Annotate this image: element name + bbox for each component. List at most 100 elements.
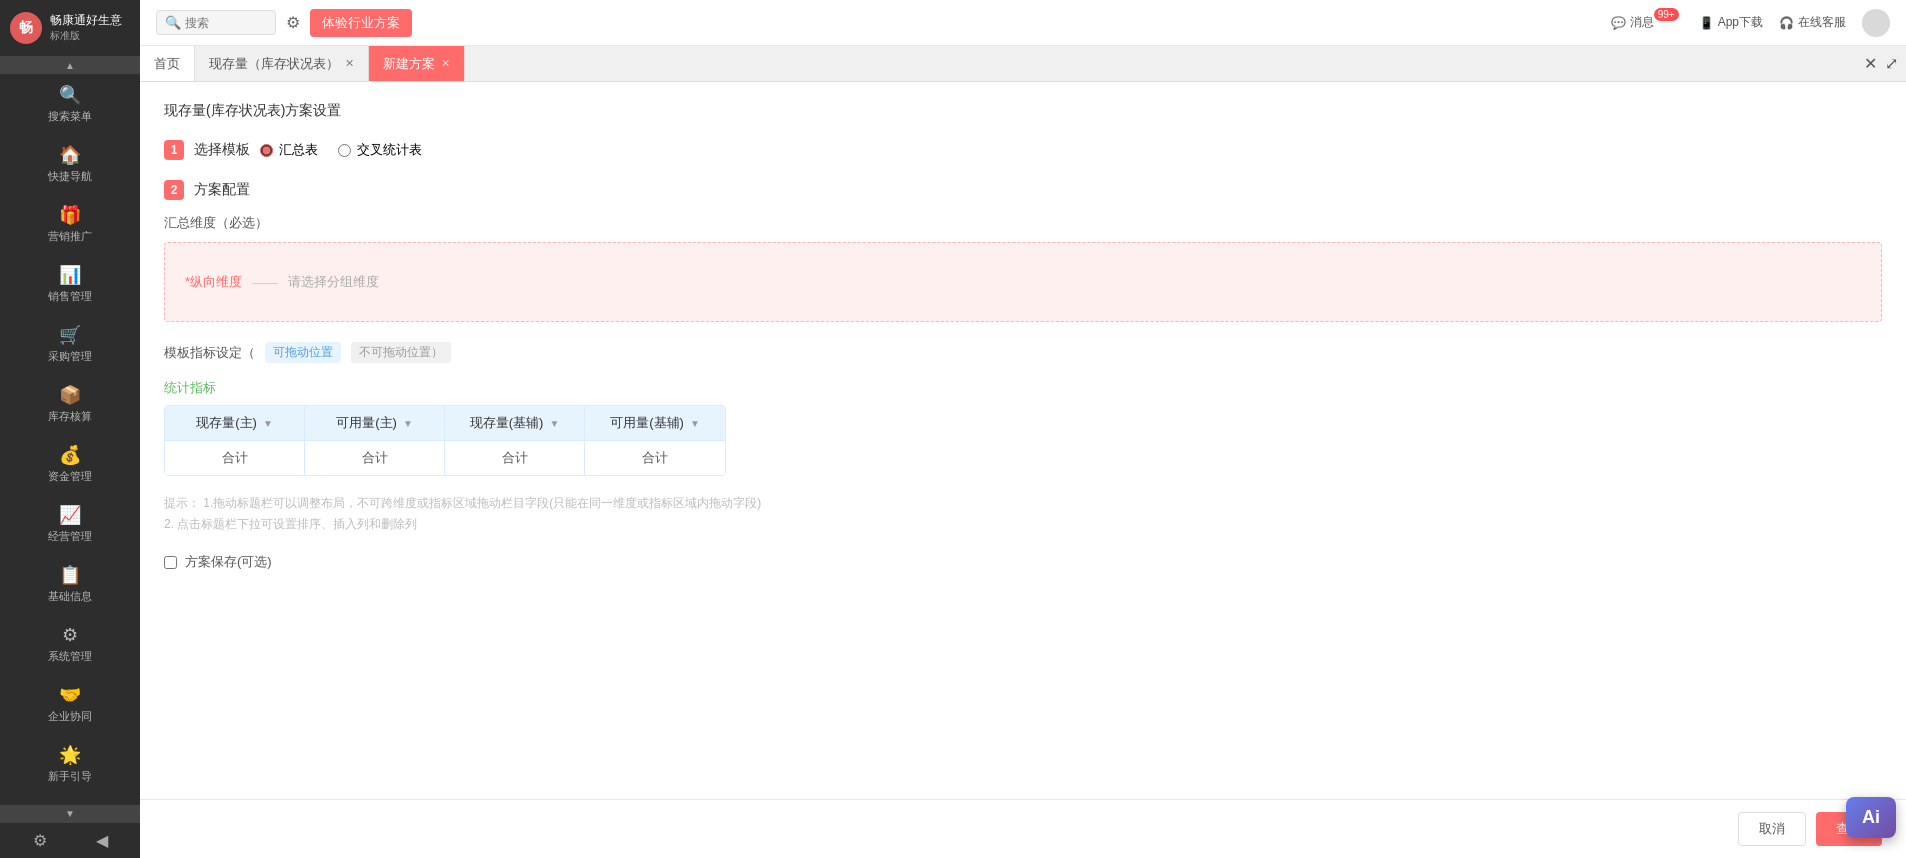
tip-item-0: 提示： 1.拖动标题栏可以调整布局，不可跨维度或指标区域拖动栏目字段(只能在同一…: [164, 495, 1882, 512]
logo-text: 畅康通好生意 标准版: [50, 13, 122, 43]
tab-home[interactable]: 首页: [140, 46, 195, 81]
settings-footer-btn[interactable]: ⚙: [33, 831, 47, 850]
header: 🔍 ⚙ 体验行业方案 💬 消息 99+ 📱 App下载 🎧 在线客服: [140, 0, 1906, 46]
money-icon: 💰: [59, 444, 81, 466]
ai-float-button[interactable]: Ai: [1846, 797, 1896, 838]
indicator-settings: 模板指标设定（ 可拖动位置 不可拖动位置）: [164, 342, 1882, 363]
sidebar-item-label: 库存核算: [48, 409, 92, 424]
tip-item-1: 2. 点击标题栏下拉可设置排序、插入列和删除列: [164, 516, 1882, 533]
sidebar-item-operations[interactable]: 📈 经营管理: [0, 494, 140, 554]
chevron-down-icon-0: ▼: [263, 418, 273, 429]
stats-col-header-2[interactable]: 现存量(基辅) ▼: [445, 406, 584, 440]
sidebar-item-enterprise[interactable]: 🤝 企业协同: [0, 674, 140, 734]
sidebar-footer: ⚙ ◀: [0, 822, 140, 858]
search-input[interactable]: [185, 16, 265, 30]
radio-summary[interactable]: 汇总表: [260, 141, 318, 159]
col-1-label: 可用量(主): [336, 414, 397, 432]
collapse-footer-btn[interactable]: ◀: [96, 831, 108, 850]
sidebar-item-newcomer[interactable]: 🌟 新手引导: [0, 734, 140, 794]
sidebar-item-marketing[interactable]: 🎁 营销推广: [0, 194, 140, 254]
chevron-down-icon-3: ▼: [690, 418, 700, 429]
panel-close-btn[interactable]: ✕: [1864, 54, 1877, 73]
radio-cross-input[interactable]: [338, 144, 351, 157]
step2-section: 2 方案配置 汇总维度（必选） *纵向维度 —— 请选择分组维度 模板指标设定（…: [164, 180, 1882, 571]
sidebar-item-sales[interactable]: 📊 销售管理: [0, 254, 140, 314]
download-icon: 📱: [1699, 16, 1714, 30]
step1-header: 1 选择模板 汇总表 交叉统计表: [164, 140, 1882, 160]
footer: 取消 查询: [140, 799, 1906, 858]
sidebar-nav: 🔍 搜索菜单 🏠 快捷导航 🎁 营销推广 📊 销售管理 🛒 采购管理 📦 库存核…: [0, 74, 140, 805]
radio-cross[interactable]: 交叉统计表: [338, 141, 422, 159]
not-draggable-tag: 不可拖动位置）: [351, 342, 451, 363]
header-gear-icon[interactable]: ⚙: [286, 13, 300, 32]
message-badge: 99+: [1654, 8, 1679, 21]
tab-home-label: 首页: [154, 55, 180, 73]
step2-header: 2 方案配置: [164, 180, 1882, 200]
app-download-action[interactable]: 📱 App下载: [1699, 14, 1763, 31]
star-icon: 🌟: [59, 744, 81, 766]
step2-title: 方案配置: [194, 181, 250, 199]
stats-col-1: 可用量(主) ▼: [305, 406, 445, 440]
sidebar-scroll-up[interactable]: ▲: [0, 57, 140, 74]
gift-icon: 🎁: [59, 204, 81, 226]
cart-icon: 🛒: [59, 324, 81, 346]
tab-inventory-label: 现存量（库存状况表）: [209, 55, 339, 73]
search-box[interactable]: 🔍: [156, 10, 276, 35]
stats-body-col-1: 合计: [305, 440, 445, 475]
sidebar-item-finance[interactable]: 💰 资金管理: [0, 434, 140, 494]
sidebar-item-shortcut[interactable]: 🏠 快捷导航: [0, 134, 140, 194]
save-option: 方案保存(可选): [164, 553, 1882, 571]
operations-icon: 📈: [59, 504, 81, 526]
sidebar-item-label: 系统管理: [48, 649, 92, 664]
chevron-down-icon-1: ▼: [403, 418, 413, 429]
stats-cell-1: 合计: [305, 440, 444, 475]
box-icon: 📦: [59, 384, 81, 406]
stats-col-header-1[interactable]: 可用量(主) ▼: [305, 406, 444, 440]
tab-inventory-close[interactable]: ✕: [345, 57, 354, 70]
stats-body-col-0: 合计: [165, 440, 305, 475]
sidebar-item-label: 快捷导航: [48, 169, 92, 184]
tab-inventory[interactable]: 现存量（库存状况表） ✕: [195, 46, 369, 81]
sidebar-item-app-center[interactable]: 📱 应用中心: [0, 794, 140, 805]
sidebar-item-label: 经营管理: [48, 529, 92, 544]
cancel-button[interactable]: 取消: [1738, 812, 1806, 846]
radio-summary-input[interactable]: [260, 144, 273, 157]
stats-section: 统计指标 现存量(主) ▼ 可用量(主) ▼: [164, 379, 1882, 479]
step1-section: 1 选择模板 汇总表 交叉统计表: [164, 140, 1882, 160]
sidebar-item-inventory[interactable]: 📦 库存核算: [0, 374, 140, 434]
sidebar-item-label: 销售管理: [48, 289, 92, 304]
search-menu-icon: 🔍: [59, 84, 81, 106]
dimension-dash: ——: [252, 275, 278, 290]
sidebar-item-purchase[interactable]: 🛒 采购管理: [0, 314, 140, 374]
sidebar-item-system[interactable]: ⚙ 系统管理: [0, 614, 140, 674]
tabs-bar: 首页 现存量（库存状况表） ✕ 新建方案 ✕ ✕ ⤢: [140, 46, 1906, 82]
save-checkbox[interactable]: [164, 556, 177, 569]
chevron-down-icon-2: ▼: [549, 418, 559, 429]
search-icon: 🔍: [165, 15, 181, 30]
content-area: 现存量(库存状况表)方案设置 1 选择模板 汇总表 交叉统计表: [140, 82, 1906, 799]
online-service-label: 在线客服: [1798, 14, 1846, 31]
tab-new-plan-close[interactable]: ✕: [441, 57, 450, 70]
dimension-area[interactable]: *纵向维度 —— 请选择分组维度: [164, 242, 1882, 322]
home-icon: 🏠: [59, 144, 81, 166]
sidebar-item-search[interactable]: 🔍 搜索菜单: [0, 74, 140, 134]
panel-expand-btn[interactable]: ⤢: [1885, 54, 1898, 73]
sidebar-scroll-down[interactable]: ▼: [0, 805, 140, 822]
user-avatar[interactable]: [1862, 9, 1890, 37]
stats-cell-0: 合计: [165, 440, 304, 475]
stats-title: 统计指标: [164, 379, 1882, 397]
sidebar-item-label: 企业协同: [48, 709, 92, 724]
sidebar-logo: 畅 畅康通好生意 标准版: [0, 0, 140, 57]
message-label: 消息: [1630, 14, 1654, 31]
radio-summary-label: 汇总表: [279, 141, 318, 159]
col-0-label: 现存量(主): [196, 414, 257, 432]
trial-button[interactable]: 体验行业方案: [310, 9, 412, 37]
stats-col-header-0[interactable]: 现存量(主) ▼: [165, 406, 304, 440]
sidebar-item-label: 营销推广: [48, 229, 92, 244]
stats-col-header-3[interactable]: 可用量(基辅) ▼: [585, 406, 725, 440]
sidebar-item-basic[interactable]: 📋 基础信息: [0, 554, 140, 614]
online-service-action[interactable]: 🎧 在线客服: [1779, 14, 1846, 31]
message-action[interactable]: 💬 消息 99+: [1611, 14, 1683, 31]
logo-icon: 畅: [10, 12, 42, 44]
tab-new-plan[interactable]: 新建方案 ✕: [369, 46, 465, 81]
